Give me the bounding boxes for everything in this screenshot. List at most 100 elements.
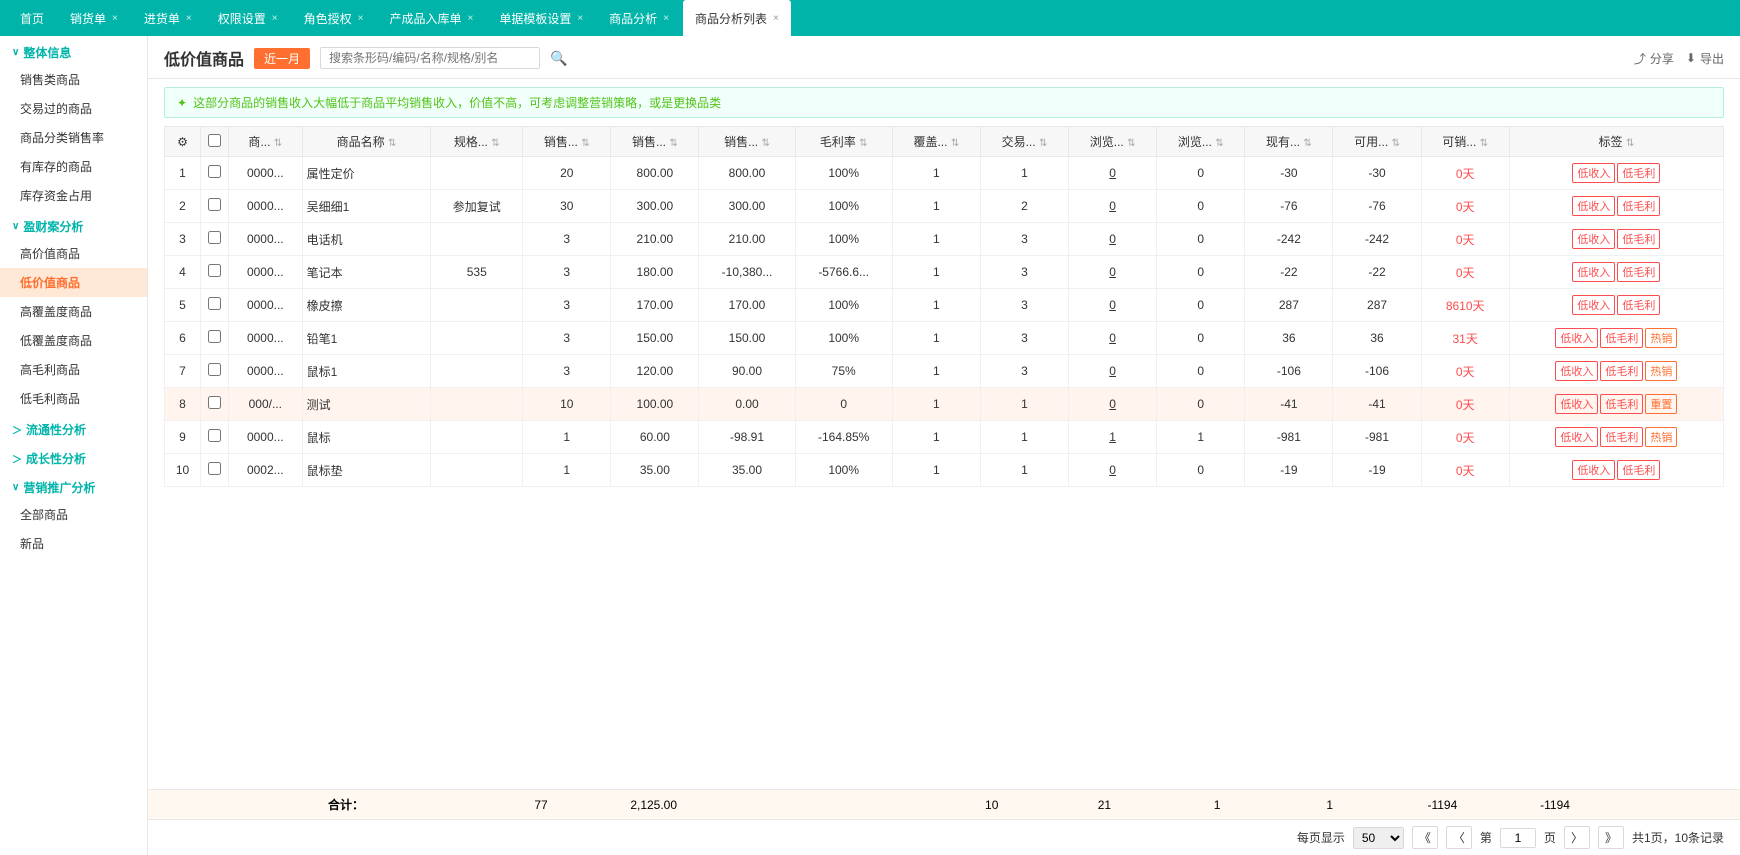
sidebar-item-stock-capital[interactable]: 库存资金占用 — [0, 181, 147, 210]
sidebar-item-high-coverage[interactable]: 高覆盖度商品 — [0, 297, 147, 326]
sidebar-item-low-margin[interactable]: 低毛利商品 — [0, 384, 147, 413]
share-button[interactable]: ⤴ 分享 — [1634, 50, 1674, 67]
browse-link[interactable]: 0 — [1109, 397, 1116, 411]
cell-checkbox[interactable] — [201, 190, 229, 223]
row-checkbox[interactable] — [208, 165, 221, 178]
cell-checkbox[interactable] — [201, 322, 229, 355]
row-checkbox[interactable] — [208, 264, 221, 277]
cell-browse1[interactable]: 0 — [1069, 190, 1157, 223]
th-tags[interactable]: 标签 ⇅ — [1509, 127, 1723, 157]
th-sale-price[interactable]: 销售... ⇅ — [611, 127, 699, 157]
th-coverage[interactable]: 覆盖... ⇅ — [892, 127, 980, 157]
filter-recent-month-button[interactable]: 近一月 — [254, 48, 310, 69]
sidebar-item-all-goods[interactable]: 全部商品 — [0, 500, 147, 529]
th-trade[interactable]: 交易... ⇅ — [980, 127, 1068, 157]
nav-template[interactable]: 单据模板设置 × — [487, 0, 595, 36]
sidebar-item-new-goods[interactable]: 新品 — [0, 529, 147, 558]
browse-link[interactable]: 0 — [1109, 265, 1116, 279]
nav-close-purchase[interactable]: × — [186, 13, 192, 24]
nav-purchase-order[interactable]: 进货单 × — [132, 0, 204, 36]
nav-close-storage[interactable]: × — [467, 13, 473, 24]
browse-link[interactable]: 0 — [1109, 463, 1116, 477]
cell-browse1[interactable]: 0 — [1069, 454, 1157, 487]
row-checkbox[interactable] — [208, 330, 221, 343]
sidebar-item-low-value[interactable]: 低价值商品 — [0, 268, 147, 297]
th-sale-amount[interactable]: 销售... ⇅ — [699, 127, 795, 157]
nav-product-analysis-list[interactable]: 商品分析列表 × — [683, 0, 791, 36]
row-checkbox[interactable] — [208, 396, 221, 409]
th-browse2[interactable]: 浏览... ⇅ — [1157, 127, 1245, 157]
th-browse1[interactable]: 浏览... ⇅ — [1069, 127, 1157, 157]
browse-link[interactable]: 0 — [1109, 166, 1116, 180]
sidebar-section-profit[interactable]: ∨ 盈财案分析 — [0, 210, 147, 239]
sidebar-item-low-coverage[interactable]: 低覆盖度商品 — [0, 326, 147, 355]
cell-checkbox[interactable] — [201, 256, 229, 289]
browse-link[interactable]: 0 — [1109, 298, 1116, 312]
cell-checkbox[interactable] — [201, 421, 229, 454]
sidebar-section-overall[interactable]: ∨ 整体信息 — [0, 36, 147, 65]
nav-home[interactable]: 首页 — [8, 0, 56, 36]
search-input[interactable] — [320, 47, 540, 69]
row-checkbox[interactable] — [208, 231, 221, 244]
row-checkbox[interactable] — [208, 462, 221, 475]
nav-close-permission[interactable]: × — [272, 13, 278, 24]
sidebar-item-traded-goods[interactable]: 交易过的商品 — [0, 94, 147, 123]
nav-product-storage[interactable]: 产成品入库单 × — [377, 0, 485, 36]
browse-link[interactable]: 0 — [1109, 232, 1116, 246]
sidebar-item-category-sales-rate[interactable]: 商品分类销售率 — [0, 123, 147, 152]
row-checkbox[interactable] — [208, 198, 221, 211]
nav-sales-order[interactable]: 销货单 × — [58, 0, 130, 36]
th-spec[interactable]: 规格... ⇅ — [431, 127, 523, 157]
search-icon[interactable]: 🔍 — [550, 50, 567, 67]
sidebar-item-stock-goods[interactable]: 有库存的商品 — [0, 152, 147, 181]
sidebar-section-marketing[interactable]: ∨ 营销推广分析 — [0, 471, 147, 500]
cell-browse1[interactable]: 1 — [1069, 421, 1157, 454]
sidebar-item-high-value[interactable]: 高价值商品 — [0, 239, 147, 268]
cell-checkbox[interactable] — [201, 355, 229, 388]
first-page-button[interactable]: 《 — [1412, 826, 1438, 849]
nav-close-analysis-list[interactable]: × — [773, 13, 779, 24]
export-button[interactable]: ⬇ 导出 — [1686, 50, 1724, 67]
cell-browse1[interactable]: 0 — [1069, 388, 1157, 421]
th-saleable[interactable]: 可销... ⇅ — [1421, 127, 1509, 157]
cell-checkbox[interactable] — [201, 454, 229, 487]
page-input[interactable] — [1500, 828, 1536, 848]
nav-close-template[interactable]: × — [577, 13, 583, 24]
cell-checkbox[interactable] — [201, 289, 229, 322]
th-sale-qty[interactable]: 销售... ⇅ — [523, 127, 611, 157]
select-all-checkbox[interactable] — [208, 134, 221, 147]
cell-checkbox[interactable] — [201, 388, 229, 421]
per-page-select[interactable]: 50 100 200 — [1353, 827, 1404, 849]
sidebar-item-sales-goods[interactable]: 销售类商品 — [0, 65, 147, 94]
cell-browse1[interactable]: 0 — [1069, 289, 1157, 322]
sidebar-section-growth[interactable]: ＞ 成长性分析 — [0, 442, 147, 471]
nav-close-analysis[interactable]: × — [663, 13, 669, 24]
cell-browse1[interactable]: 0 — [1069, 355, 1157, 388]
row-checkbox[interactable] — [208, 429, 221, 442]
nav-close-sales[interactable]: × — [112, 13, 118, 24]
sidebar-section-liquidity[interactable]: ＞ 流通性分析 — [0, 413, 147, 442]
cell-browse1[interactable]: 0 — [1069, 223, 1157, 256]
nav-role-auth[interactable]: 角色授权 × — [292, 0, 376, 36]
browse-link[interactable]: 0 — [1109, 364, 1116, 378]
th-gross-margin[interactable]: 毛利率 ⇅ — [795, 127, 892, 157]
cell-browse1[interactable]: 0 — [1069, 157, 1157, 190]
th-current-stock[interactable]: 现有... ⇅ — [1245, 127, 1333, 157]
th-checkbox[interactable] — [201, 127, 229, 157]
prev-page-button[interactable]: 〈 — [1446, 826, 1472, 849]
cell-browse1[interactable]: 0 — [1069, 256, 1157, 289]
th-code[interactable]: 商... ⇅ — [229, 127, 303, 157]
cell-browse1[interactable]: 0 — [1069, 322, 1157, 355]
cell-checkbox[interactable] — [201, 223, 229, 256]
nav-product-analysis[interactable]: 商品分析 × — [597, 0, 681, 36]
nav-permission[interactable]: 权限设置 × — [206, 0, 290, 36]
th-settings[interactable]: ⚙ — [165, 127, 201, 157]
browse-link[interactable]: 0 — [1109, 199, 1116, 213]
last-page-button[interactable]: 》 — [1598, 826, 1624, 849]
th-available[interactable]: 可用... ⇅ — [1333, 127, 1421, 157]
row-checkbox[interactable] — [208, 363, 221, 376]
next-page-button[interactable]: 〉 — [1564, 826, 1590, 849]
nav-close-role[interactable]: × — [358, 13, 364, 24]
browse-link[interactable]: 1 — [1109, 430, 1116, 444]
cell-checkbox[interactable] — [201, 157, 229, 190]
